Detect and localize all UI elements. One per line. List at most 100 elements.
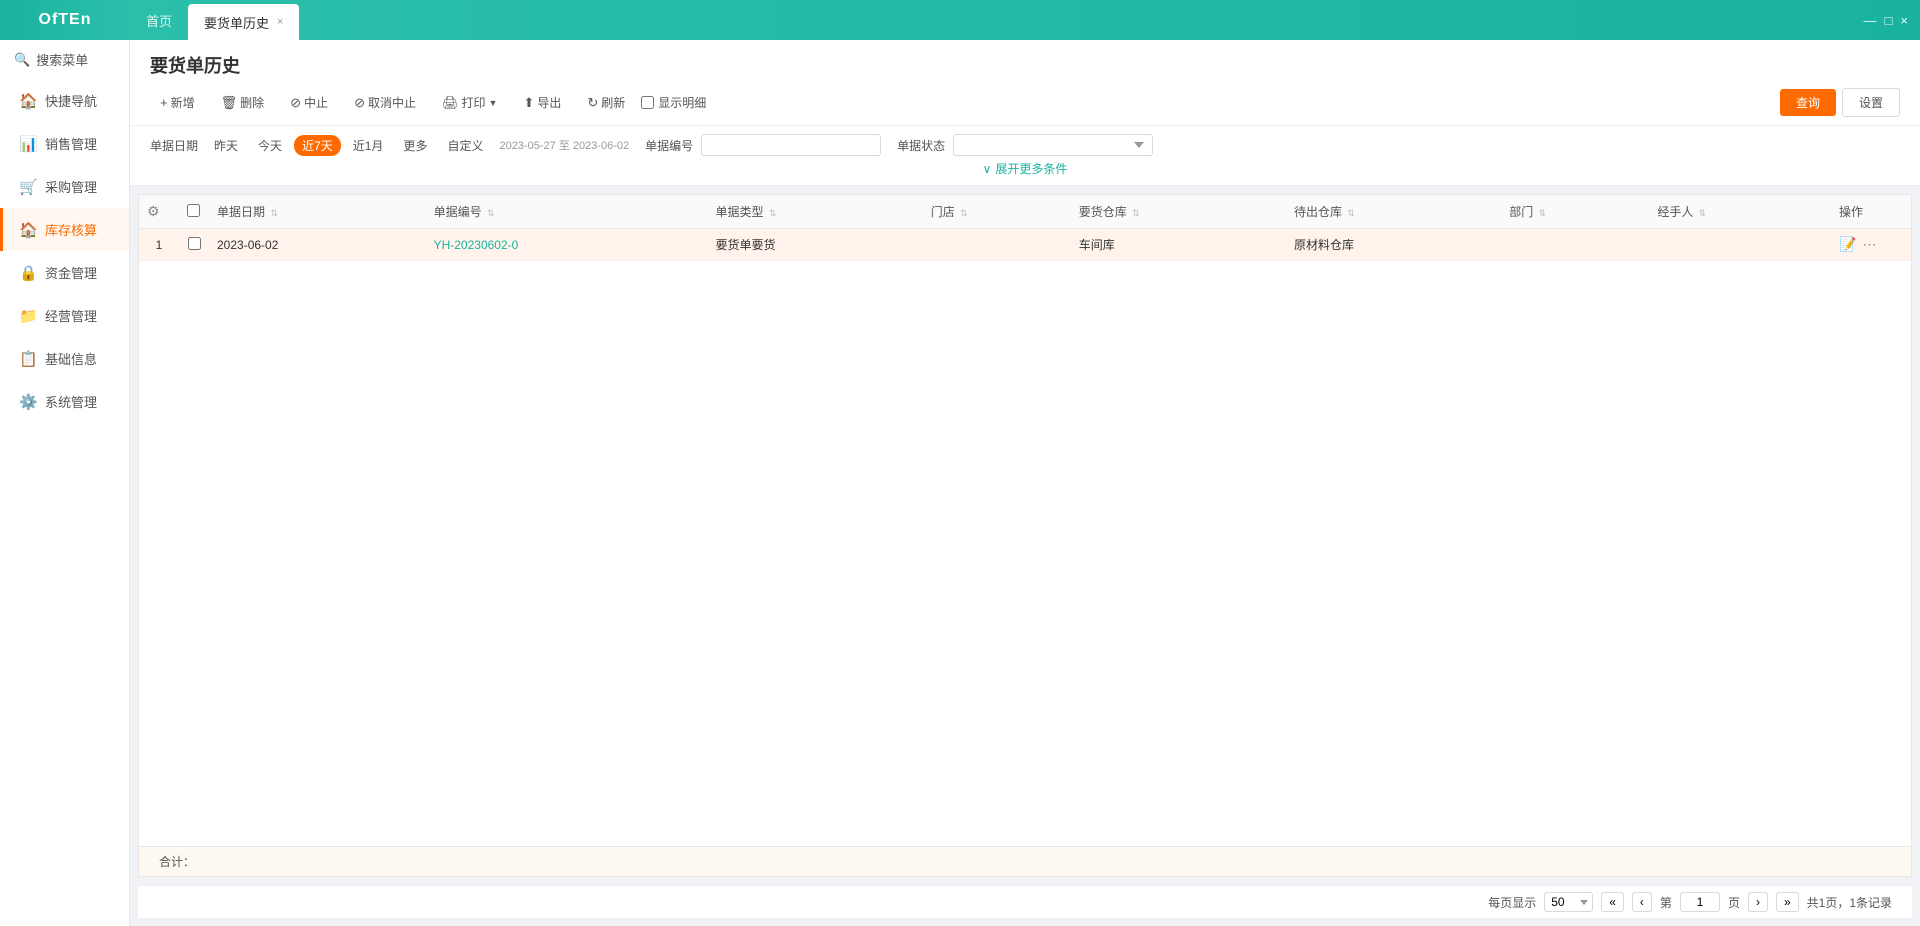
- col-docno-header[interactable]: 单据编号 ⇅: [426, 195, 708, 229]
- status-label: 单据状态: [897, 137, 945, 154]
- date-range-text: 2023-05-27 至 2023-06-02: [499, 137, 629, 153]
- settings-button[interactable]: 设置: [1842, 88, 1900, 117]
- row-pending-warehouse: 原材料仓库: [1286, 229, 1501, 261]
- select-all-checkbox[interactable]: [187, 204, 200, 217]
- date-btn-more[interactable]: 更多: [395, 135, 435, 156]
- date-btn-7days[interactable]: 近7天: [294, 135, 341, 156]
- row-date: 2023-06-02: [209, 229, 426, 261]
- row-num: 1: [139, 229, 179, 261]
- row-store: [923, 229, 1071, 261]
- row-docno[interactable]: YH-20230602-0: [426, 229, 708, 261]
- row-more-icon[interactable]: ⋯: [1862, 236, 1876, 253]
- sort-doctype-icon: ⇅: [769, 208, 777, 218]
- total-label: 合计：: [159, 853, 195, 870]
- sidebar-item-inventory[interactable]: 🏠 库存核算: [0, 208, 129, 251]
- col-actions-header: 操作: [1831, 195, 1911, 229]
- sort-pending-warehouse-icon: ⇅: [1347, 208, 1355, 218]
- page-label: 第: [1660, 894, 1672, 911]
- col-req-warehouse-header[interactable]: 要货仓库 ⇅: [1071, 195, 1286, 229]
- refresh-icon: ↻: [587, 95, 598, 111]
- print-button[interactable]: 🖨 打印 ▼: [432, 90, 507, 115]
- data-table: ⚙ 单据日期 ⇅ 单据编号 ⇅: [139, 195, 1911, 261]
- row-actions: 📝 ⋯: [1831, 229, 1911, 261]
- cancel-stop-button[interactable]: ⊘ 取消中止: [344, 90, 426, 115]
- query-button[interactable]: 查询: [1780, 89, 1836, 116]
- row-docno-link[interactable]: YH-20230602-0: [434, 238, 519, 252]
- export-button[interactable]: ⬆ 导出: [513, 90, 571, 115]
- tab-home[interactable]: 首页: [130, 0, 188, 40]
- app-logo: OfTEn: [0, 0, 130, 40]
- new-button[interactable]: + 新增: [150, 90, 205, 115]
- close-window-icon[interactable]: ×: [1900, 13, 1908, 28]
- sidebar-item-base-info[interactable]: 📋 基础信息: [0, 337, 129, 380]
- display-detail-toggle[interactable]: 显示明细: [641, 94, 706, 111]
- refresh-button[interactable]: ↻ 刷新: [577, 90, 635, 115]
- col-date-header[interactable]: 单据日期 ⇅: [209, 195, 426, 229]
- sidebar-item-finance[interactable]: 🔒 资金管理: [0, 251, 129, 294]
- date-btn-yesterday[interactable]: 昨天: [206, 135, 246, 156]
- row-req-warehouse: 车间库: [1071, 229, 1286, 261]
- table-settings-icon[interactable]: ⚙: [147, 203, 160, 219]
- col-checkbox-header[interactable]: [179, 195, 209, 229]
- status-select[interactable]: [953, 134, 1153, 156]
- col-settings[interactable]: ⚙: [139, 195, 179, 229]
- close-tab-icon[interactable]: ×: [277, 16, 283, 28]
- stop-button[interactable]: ⊘ 中止: [280, 90, 338, 115]
- date-filter-label: 单据日期: [150, 137, 198, 154]
- footer-total: 合计：: [139, 846, 1911, 876]
- last-page-btn[interactable]: »: [1776, 892, 1799, 912]
- finance-icon: 🔒: [19, 264, 37, 282]
- tab-purchase-history[interactable]: 要货单历史 ×: [188, 4, 299, 40]
- stop-icon: ⊘: [290, 95, 301, 111]
- filter-bar: 单据日期 昨天 今天 近7天 近1月 更多 自定义 2023-05-27 至 2…: [130, 126, 1920, 186]
- col-handler-header[interactable]: 经手人 ⇅: [1649, 195, 1831, 229]
- date-btn-1month[interactable]: 近1月: [345, 135, 392, 156]
- total-info: 共1页，1条记录: [1807, 894, 1892, 911]
- col-doctype-header[interactable]: 单据类型 ⇅: [707, 195, 922, 229]
- sidebar-search[interactable]: 🔍 搜索菜单: [0, 40, 129, 79]
- maximize-icon[interactable]: □: [1885, 13, 1893, 28]
- row-select-checkbox[interactable]: [188, 237, 201, 250]
- purchase-icon: 🛒: [19, 178, 37, 196]
- table-row[interactable]: 1 2023-06-02 YH-20230602-0 要货单要货 车间库: [139, 229, 1911, 261]
- table-scroll[interactable]: ⚙ 单据日期 ⇅ 单据编号 ⇅: [139, 195, 1911, 846]
- doc-no-label: 单据编号: [645, 137, 693, 154]
- page-header: 要货单历史 + 新增 🗑 删除 ⊘ 中止 ⊘ 取消中止: [130, 40, 1920, 126]
- row-edit-icon[interactable]: 📝: [1839, 236, 1856, 253]
- print-dropdown-icon: ▼: [489, 98, 498, 108]
- sidebar-item-system[interactable]: ⚙️ 系统管理: [0, 380, 129, 423]
- doc-no-input[interactable]: [701, 134, 881, 156]
- sidebar: 🔍 搜索菜单 🏠 快捷导航 📊 销售管理 🛒 采购管理 🏠 库存核算 🔒 资金管…: [0, 40, 130, 926]
- delete-button[interactable]: 🗑 删除: [211, 90, 275, 115]
- date-btn-today[interactable]: 今天: [250, 135, 290, 156]
- content-area: 要货单历史 + 新增 🗑 删除 ⊘ 中止 ⊘ 取消中止: [130, 40, 1920, 926]
- doc-no-filter-group: 单据编号: [645, 134, 881, 156]
- filter-row: 单据日期 昨天 今天 近7天 近1月 更多 自定义 2023-05-27 至 2…: [150, 134, 1900, 156]
- date-filter-group: 单据日期 昨天 今天 近7天 近1月 更多 自定义 2023-05-27 至 2…: [150, 135, 629, 156]
- minimize-icon[interactable]: —: [1864, 13, 1877, 28]
- sidebar-item-quick-nav[interactable]: 🏠 快捷导航: [0, 79, 129, 122]
- sidebar-item-purchase[interactable]: 🛒 采购管理: [0, 165, 129, 208]
- plus-icon: +: [160, 95, 168, 110]
- home-icon: 🏠: [19, 92, 37, 110]
- sales-icon: 📊: [19, 135, 37, 153]
- prev-page-btn[interactable]: ‹: [1632, 892, 1652, 912]
- current-page-input[interactable]: [1680, 892, 1720, 912]
- sidebar-item-operations[interactable]: 📁 经营管理: [0, 294, 129, 337]
- expand-more-btn[interactable]: ∨ 展开更多条件: [150, 160, 1900, 177]
- next-page-btn[interactable]: ›: [1748, 892, 1768, 912]
- delete-icon: 🗑: [221, 95, 238, 111]
- display-detail-checkbox[interactable]: [641, 96, 654, 109]
- sort-req-warehouse-icon: ⇅: [1132, 208, 1140, 218]
- print-icon: 🖨: [442, 95, 459, 111]
- sidebar-item-sales[interactable]: 📊 销售管理: [0, 122, 129, 165]
- col-dept-header[interactable]: 部门 ⇅: [1501, 195, 1649, 229]
- date-btn-custom[interactable]: 自定义: [439, 135, 491, 156]
- first-page-btn[interactable]: «: [1601, 892, 1624, 912]
- col-pending-warehouse-header[interactable]: 待出仓库 ⇅: [1286, 195, 1501, 229]
- tab-bar: 首页 要货单历史 ×: [130, 0, 1852, 40]
- cancel-stop-icon: ⊘: [354, 95, 365, 111]
- row-checkbox[interactable]: [179, 229, 209, 261]
- per-page-select[interactable]: 20 50 100: [1544, 892, 1593, 912]
- col-store-header[interactable]: 门店 ⇅: [923, 195, 1071, 229]
